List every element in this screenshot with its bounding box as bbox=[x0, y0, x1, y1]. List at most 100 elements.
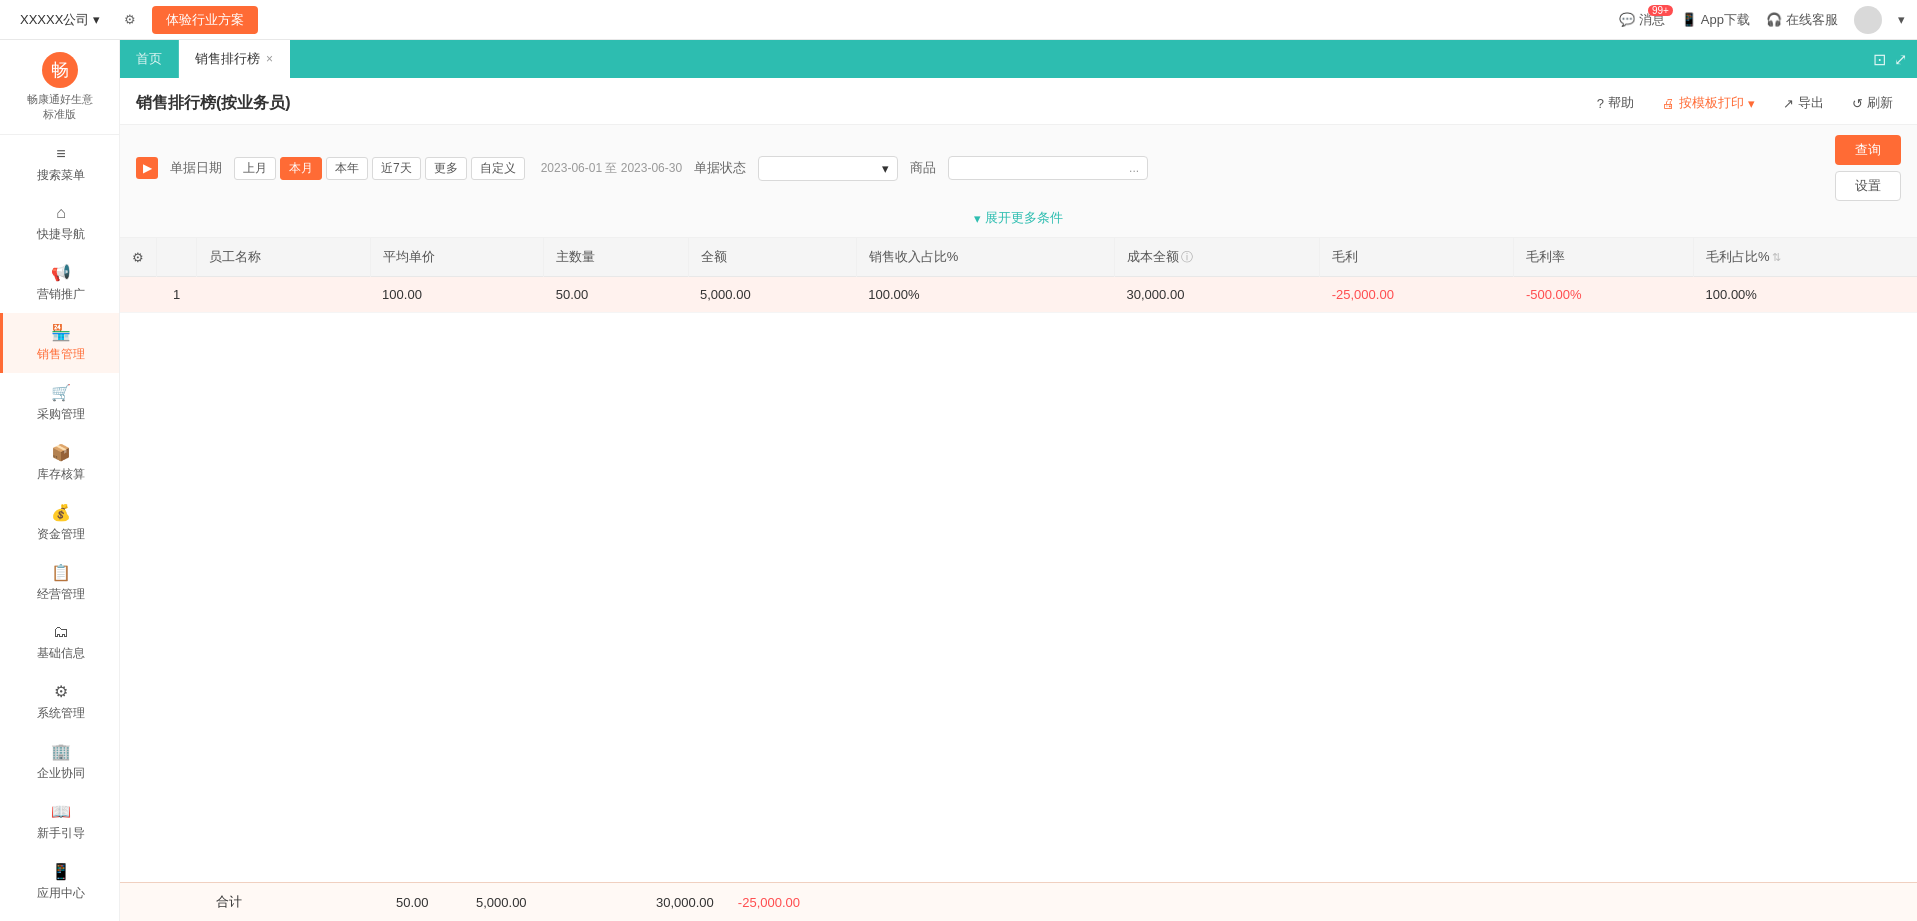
query-button[interactable]: 查询 bbox=[1835, 135, 1901, 165]
tab-expand-icon[interactable]: ⤢ bbox=[1894, 50, 1907, 69]
row-gross-pct: 100.00% bbox=[1694, 277, 1917, 313]
goods-filter-more: ... bbox=[1129, 161, 1139, 175]
enterprise-icon: 🏢 bbox=[51, 742, 71, 761]
refresh-button[interactable]: ↺ 刷新 bbox=[1844, 90, 1901, 116]
sidebar-item-marketing[interactable]: 📢 营销推广 bbox=[0, 253, 119, 313]
date-last-month-btn[interactable]: 上月 bbox=[234, 157, 276, 180]
message-badge: 99+ bbox=[1648, 5, 1673, 16]
search-order-icon: ≡ bbox=[56, 145, 65, 163]
col-gross-pct: 毛利占比% ⇅ bbox=[1694, 238, 1917, 277]
date-more-btn[interactable]: 更多 bbox=[425, 157, 467, 180]
company-selector[interactable]: XXXXX公司 ▾ bbox=[12, 7, 108, 33]
status-filter-label: 单据状态 bbox=[694, 159, 746, 177]
tab-actions: ⊡ ⤢ bbox=[1863, 50, 1917, 69]
top-bar: XXXXX公司 ▾ ⚙ 体验行业方案 💬 消息 99+ 📱 App下载 🎧 在线… bbox=[0, 0, 1917, 40]
tab-sales-ranking-label: 销售排行榜 bbox=[195, 50, 260, 68]
page-title: 销售排行榜(按业务员) bbox=[136, 93, 291, 114]
cost-info-icon[interactable]: ⓘ bbox=[1181, 249, 1193, 266]
settings-button[interactable]: 设置 bbox=[1835, 171, 1901, 201]
user-name[interactable]: ▾ bbox=[1898, 12, 1905, 27]
top-right-area: 💬 消息 99+ 📱 App下载 🎧 在线客服 ▾ bbox=[1619, 6, 1905, 34]
column-settings-icon[interactable]: ⚙ bbox=[132, 250, 144, 265]
message-button[interactable]: 💬 消息 99+ bbox=[1619, 11, 1665, 29]
footer-cost: 30,000.00 bbox=[644, 895, 726, 910]
tab-close-icon[interactable]: × bbox=[266, 53, 273, 65]
footer-quantity: 50.00 bbox=[384, 895, 464, 910]
sidebar-item-label: 快捷导航 bbox=[37, 226, 85, 243]
sidebar-item-app-center[interactable]: 📱 应用中心 bbox=[0, 852, 119, 912]
sidebar-item-guide[interactable]: 📖 新手引导 bbox=[0, 792, 119, 852]
gross-pct-sort-icon[interactable]: ⇅ bbox=[1772, 251, 1781, 264]
topbar-gear-button[interactable]: ⚙ bbox=[116, 6, 144, 34]
col-employee: 员工名称 bbox=[197, 238, 371, 277]
date-current-year-btn[interactable]: 本年 bbox=[326, 157, 368, 180]
row-employee bbox=[197, 277, 371, 313]
table-container: ⚙ 员工名称 平均单价 bbox=[120, 238, 1917, 882]
page-actions: ? 帮助 🖨 按模板打印 ▾ ↗ 导出 ↺ 刷新 bbox=[1589, 90, 1901, 116]
sidebar-item-basic-info[interactable]: 🗂 基础信息 bbox=[0, 613, 119, 672]
trial-button[interactable]: 体验行业方案 bbox=[152, 6, 258, 34]
sidebar-item-sales[interactable]: 🏪 销售管理 bbox=[0, 313, 119, 373]
sales-icon: 🏪 bbox=[51, 323, 71, 342]
sidebar-logo: 畅 畅康通好生意 标准版 bbox=[0, 40, 119, 135]
sidebar-item-label: 营销推广 bbox=[37, 286, 85, 303]
operations-icon: 📋 bbox=[51, 563, 71, 582]
sidebar-item-quick-nav[interactable]: ⌂ 快捷导航 bbox=[0, 194, 119, 253]
app-download-button[interactable]: 📱 App下载 bbox=[1681, 11, 1750, 29]
expand-more-button[interactable]: ▾ 展开更多条件 bbox=[974, 209, 1063, 227]
date-custom-btn[interactable]: 自定义 bbox=[471, 157, 525, 180]
company-name: XXXXX公司 bbox=[20, 11, 89, 29]
message-icon: 💬 bbox=[1619, 12, 1635, 27]
table-header-row: ⚙ 员工名称 平均单价 bbox=[120, 238, 1917, 277]
marketing-icon: 📢 bbox=[51, 263, 71, 282]
app-center-icon: 📱 bbox=[51, 862, 71, 881]
status-filter-select[interactable]: ▾ bbox=[758, 156, 898, 181]
export-button[interactable]: ↗ 导出 bbox=[1775, 90, 1832, 116]
tab-sales-ranking[interactable]: 销售排行榜 × bbox=[179, 40, 290, 78]
sidebar-item-operations[interactable]: 📋 经营管理 bbox=[0, 553, 119, 613]
sidebar-item-inventory[interactable]: 📦 库存核算 bbox=[0, 433, 119, 493]
content-area: 首页 销售排行榜 × ⊡ ⤢ 销售排行榜(按业务员) ? 帮助 bbox=[120, 40, 1917, 921]
sidebar-item-system[interactable]: ⚙ 系统管理 bbox=[0, 672, 119, 732]
sidebar-item-label: 经营管理 bbox=[37, 586, 85, 603]
row-quantity: 50.00 bbox=[544, 277, 688, 313]
footer-gross: -25,000.00 bbox=[726, 895, 812, 910]
date-filter-label: 单据日期 bbox=[170, 159, 222, 177]
app-download-label: App下载 bbox=[1701, 11, 1750, 29]
page-content: 销售排行榜(按业务员) ? 帮助 🖨 按模板打印 ▾ ↗ 导出 bbox=[120, 78, 1917, 921]
sidebar-item-finance[interactable]: 💰 资金管理 bbox=[0, 493, 119, 553]
row-amount: 5,000.00 bbox=[688, 277, 856, 313]
sidebar-item-label: 资金管理 bbox=[37, 526, 85, 543]
tab-home[interactable]: 首页 bbox=[120, 40, 179, 78]
goods-filter-input[interactable]: ... bbox=[948, 156, 1148, 180]
quick-nav-icon: ⌂ bbox=[56, 204, 66, 222]
filter-collapse-icon[interactable]: ▶ bbox=[136, 157, 158, 179]
col-avg-price: 平均单价 bbox=[370, 238, 544, 277]
date-7days-btn[interactable]: 近7天 bbox=[372, 157, 421, 180]
online-service-button[interactable]: 🎧 在线客服 bbox=[1766, 11, 1838, 29]
sidebar-item-label: 库存核算 bbox=[37, 466, 85, 483]
sidebar: 畅 畅康通好生意 标准版 ≡ 搜索菜单 ⌂ 快捷导航 📢 营销推广 🏪 销售管理… bbox=[0, 40, 120, 921]
user-avatar[interactable] bbox=[1854, 6, 1882, 34]
inventory-icon: 📦 bbox=[51, 443, 71, 462]
tab-bar: 首页 销售排行榜 × ⊡ ⤢ bbox=[120, 40, 1917, 78]
guide-icon: 📖 bbox=[51, 802, 71, 821]
sidebar-item-search-order[interactable]: ≡ 搜索菜单 bbox=[0, 135, 119, 194]
date-current-month-btn[interactable]: 本月 bbox=[280, 157, 322, 180]
sidebar-item-label: 应用中心 bbox=[37, 885, 85, 902]
purchase-icon: 🛒 bbox=[51, 383, 71, 402]
row-gross-rate: -500.00% bbox=[1514, 277, 1694, 313]
col-settings[interactable]: ⚙ bbox=[120, 238, 157, 277]
sidebar-item-purchase[interactable]: 🛒 采购管理 bbox=[0, 373, 119, 433]
sidebar-item-enterprise[interactable]: 🏢 企业协同 bbox=[0, 732, 119, 792]
col-sales-pct: 销售收入占比% bbox=[856, 238, 1114, 277]
help-button[interactable]: ? 帮助 bbox=[1589, 90, 1642, 116]
sidebar-item-wechat[interactable]: 💬 企业微信 bbox=[0, 912, 119, 921]
table-footer: 合计 50.00 5,000.00 30,000.00 -25,000.00 bbox=[120, 882, 1917, 921]
row-rank: 1 bbox=[157, 277, 197, 313]
tab-minimize-icon[interactable]: ⊡ bbox=[1873, 50, 1886, 69]
help-icon: ? bbox=[1597, 96, 1604, 111]
date-filters: 上月 本月 本年 近7天 更多 自定义 bbox=[234, 157, 525, 180]
print-button[interactable]: 🖨 按模板打印 ▾ bbox=[1654, 90, 1763, 116]
filter-expand-row: ▾ 展开更多条件 bbox=[136, 209, 1901, 227]
